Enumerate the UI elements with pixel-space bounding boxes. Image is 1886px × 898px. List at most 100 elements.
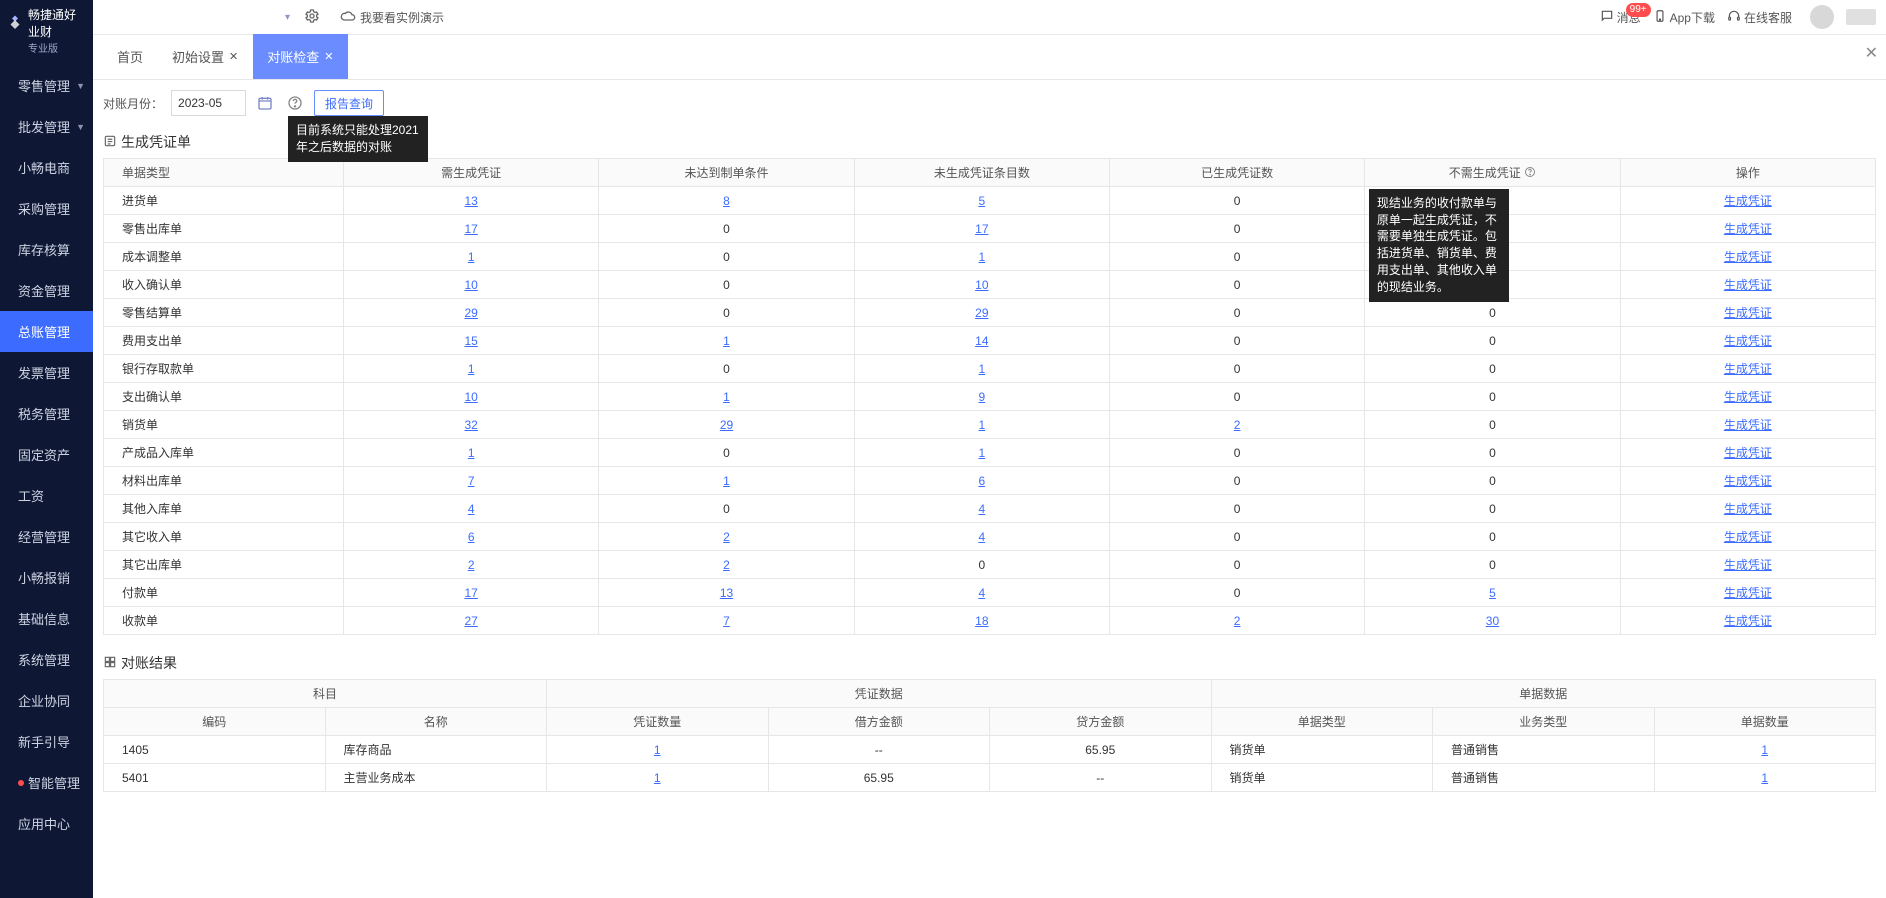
- sidebar-item-7[interactable]: 发票管理: [0, 352, 93, 393]
- generate-voucher-link[interactable]: 生成凭证: [1724, 334, 1772, 348]
- sidebar-item-14[interactable]: 系统管理: [0, 639, 93, 680]
- sidebar-item-13[interactable]: 基础信息: [0, 598, 93, 639]
- value-link[interactable]: 1: [468, 250, 475, 264]
- value-link[interactable]: 4: [468, 502, 475, 516]
- value-link[interactable]: 10: [975, 278, 988, 292]
- org-selector[interactable]: ▾: [103, 5, 298, 29]
- value-link[interactable]: 32: [464, 418, 477, 432]
- sidebar-item-12[interactable]: 小畅报销: [0, 557, 93, 598]
- sidebar-item-18[interactable]: 应用中心: [0, 803, 93, 844]
- generate-voucher-link[interactable]: 生成凭证: [1724, 306, 1772, 320]
- value-link[interactable]: 1: [1761, 771, 1768, 785]
- help-icon[interactable]: [284, 92, 306, 114]
- app-download-button[interactable]: App下载: [1653, 9, 1715, 26]
- sidebar-item-11[interactable]: 经营管理: [0, 516, 93, 557]
- sidebar-item-17[interactable]: 智能管理: [0, 762, 93, 803]
- generate-voucher-link[interactable]: 生成凭证: [1724, 362, 1772, 376]
- value-link[interactable]: 1: [723, 334, 730, 348]
- value-link[interactable]: 30: [1486, 614, 1499, 628]
- value-link[interactable]: 29: [720, 418, 733, 432]
- close-icon[interactable]: ✕: [229, 50, 238, 63]
- demo-link[interactable]: 我要看实例演示: [340, 8, 444, 27]
- sidebar-item-1[interactable]: 批发管理▼: [0, 106, 93, 147]
- sidebar-item-2[interactable]: 小畅电商: [0, 147, 93, 188]
- sidebar-item-9[interactable]: 固定资产: [0, 434, 93, 475]
- value-link[interactable]: 10: [464, 278, 477, 292]
- value-link[interactable]: 1: [723, 390, 730, 404]
- value-link[interactable]: 2: [468, 558, 475, 572]
- value-link[interactable]: 1: [468, 362, 475, 376]
- generate-voucher-link[interactable]: 生成凭证: [1724, 390, 1772, 404]
- value-link[interactable]: 13: [720, 586, 733, 600]
- generate-voucher-link[interactable]: 生成凭证: [1724, 558, 1772, 572]
- value-link[interactable]: 14: [975, 334, 988, 348]
- sidebar-item-8[interactable]: 税务管理: [0, 393, 93, 434]
- generate-voucher-link[interactable]: 生成凭证: [1724, 194, 1772, 208]
- value-link[interactable]: 17: [464, 586, 477, 600]
- report-query-button[interactable]: 报告查询: [314, 90, 384, 116]
- value-link[interactable]: 8: [723, 194, 730, 208]
- generate-voucher-link[interactable]: 生成凭证: [1724, 586, 1772, 600]
- value-link[interactable]: 15: [464, 334, 477, 348]
- month-input[interactable]: 2023-05: [171, 90, 246, 116]
- generate-voucher-link[interactable]: 生成凭证: [1724, 418, 1772, 432]
- user-name[interactable]: [1846, 9, 1876, 25]
- value-link[interactable]: 17: [464, 222, 477, 236]
- sidebar-item-15[interactable]: 企业协同: [0, 680, 93, 721]
- gear-icon[interactable]: [304, 8, 320, 27]
- sidebar-item-16[interactable]: 新手引导: [0, 721, 93, 762]
- close-icon[interactable]: ✕: [324, 50, 333, 63]
- value-link[interactable]: 1: [978, 418, 985, 432]
- generate-voucher-link[interactable]: 生成凭证: [1724, 502, 1772, 516]
- tab-2[interactable]: 对账检查✕: [253, 34, 348, 79]
- calendar-icon[interactable]: [254, 92, 276, 114]
- sidebar-item-0[interactable]: 零售管理▼: [0, 65, 93, 106]
- tab-0[interactable]: 首页: [103, 34, 158, 79]
- service-button[interactable]: 在线客服: [1727, 9, 1792, 26]
- value-link[interactable]: 4: [978, 502, 985, 516]
- avatar[interactable]: [1810, 5, 1834, 29]
- value-link[interactable]: 1: [978, 446, 985, 460]
- sidebar-item-5[interactable]: 资金管理: [0, 270, 93, 311]
- value-link[interactable]: 1: [654, 771, 661, 785]
- generate-voucher-link[interactable]: 生成凭证: [1724, 530, 1772, 544]
- close-all-tabs-icon[interactable]: ✕: [1865, 43, 1878, 63]
- tab-1[interactable]: 初始设置✕: [158, 34, 253, 79]
- messages-button[interactable]: 消息 99+: [1600, 9, 1641, 26]
- generate-voucher-link[interactable]: 生成凭证: [1724, 250, 1772, 264]
- value-link[interactable]: 27: [464, 614, 477, 628]
- generate-voucher-link[interactable]: 生成凭证: [1724, 446, 1772, 460]
- value-link[interactable]: 5: [978, 194, 985, 208]
- value-link[interactable]: 6: [978, 474, 985, 488]
- sidebar-item-10[interactable]: 工资: [0, 475, 93, 516]
- generate-voucher-link[interactable]: 生成凭证: [1724, 278, 1772, 292]
- value-link[interactable]: 17: [975, 222, 988, 236]
- value-link[interactable]: 6: [468, 530, 475, 544]
- value-link[interactable]: 1: [468, 446, 475, 460]
- generate-voucher-link[interactable]: 生成凭证: [1724, 474, 1772, 488]
- generate-voucher-link[interactable]: 生成凭证: [1724, 614, 1772, 628]
- help-icon[interactable]: [1524, 166, 1536, 181]
- value-link[interactable]: 1: [1761, 743, 1768, 757]
- sidebar-item-3[interactable]: 采购管理: [0, 188, 93, 229]
- value-link[interactable]: 1: [978, 250, 985, 264]
- value-link[interactable]: 1: [654, 743, 661, 757]
- value-link[interactable]: 1: [723, 474, 730, 488]
- value-link[interactable]: 9: [978, 390, 985, 404]
- value-link[interactable]: 2: [1234, 418, 1241, 432]
- value-link[interactable]: 18: [975, 614, 988, 628]
- value-link[interactable]: 29: [464, 306, 477, 320]
- value-link[interactable]: 2: [723, 530, 730, 544]
- value-link[interactable]: 7: [723, 614, 730, 628]
- value-link[interactable]: 29: [975, 306, 988, 320]
- sidebar-item-4[interactable]: 库存核算: [0, 229, 93, 270]
- value-link[interactable]: 13: [464, 194, 477, 208]
- value-link[interactable]: 1: [978, 362, 985, 376]
- value-link[interactable]: 7: [468, 474, 475, 488]
- value-link[interactable]: 4: [978, 530, 985, 544]
- generate-voucher-link[interactable]: 生成凭证: [1724, 222, 1772, 236]
- value-link[interactable]: 4: [978, 586, 985, 600]
- value-link[interactable]: 2: [1234, 614, 1241, 628]
- sidebar-item-6[interactable]: 总账管理: [0, 311, 93, 352]
- value-link[interactable]: 5: [1489, 586, 1496, 600]
